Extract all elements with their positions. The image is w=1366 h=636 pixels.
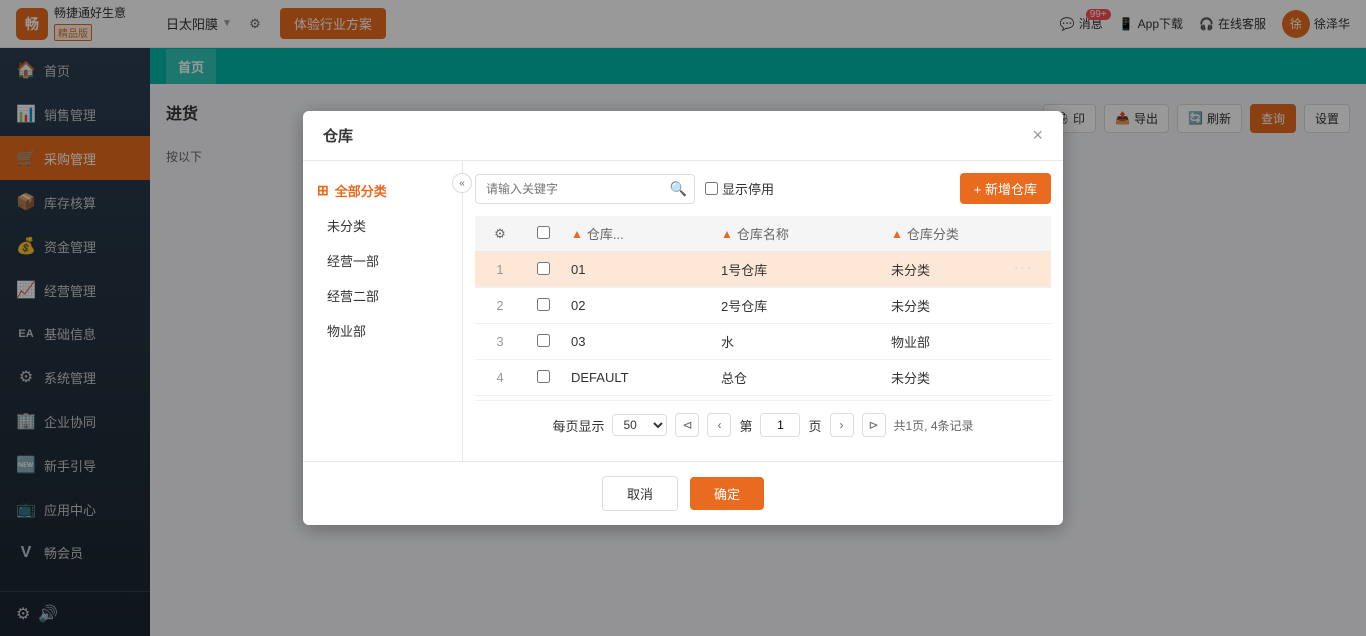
category-panel: ⊞ 全部分类 « 未分类 经营一部 经营二部 物业部 — [303, 161, 463, 461]
cancel-button[interactable]: 取消 — [602, 476, 678, 511]
search-icon[interactable]: 🔍 — [670, 180, 687, 197]
collapse-icon: « — [459, 178, 465, 189]
warehouse-table: ⚙ ▲ 仓库... ▲ — [475, 216, 1051, 396]
settings-col-icon[interactable]: ⚙ — [494, 226, 506, 241]
per-page-label: 每页显示 — [552, 416, 604, 435]
all-categories-button[interactable]: ⊞ 全部分类 — [303, 173, 462, 208]
next-page-button[interactable]: › — [830, 413, 854, 437]
search-input[interactable] — [475, 174, 695, 204]
page-unit: 页 — [808, 416, 821, 435]
grid-icon: ⊞ — [317, 182, 329, 199]
sort-name-icon: ▲ — [721, 227, 733, 241]
prev-page-icon: ‹ — [717, 418, 721, 432]
category-item-dept2[interactable]: 经营二部 — [303, 278, 462, 313]
row-name: 1号仓库 — [711, 252, 881, 288]
row-code: 03 — [561, 324, 711, 360]
table-body: 1 01 1号仓库 未分类 ··· 2 02 2号仓库 — [475, 252, 1051, 396]
header-row: ⚙ ▲ 仓库... ▲ — [475, 216, 1051, 252]
row-category: 未分类 — [881, 360, 1051, 396]
col-header-name: ▲ 仓库名称 — [711, 216, 881, 252]
modal-header: 仓库 × — [303, 111, 1063, 161]
col-header-check — [525, 216, 561, 252]
page-label: 第 — [739, 416, 752, 435]
row-code: 01 — [561, 252, 711, 288]
modal-body: ⊞ 全部分类 « 未分类 经营一部 经营二部 物业部 🔍 显示停用 — [303, 161, 1063, 461]
row-no: 3 — [475, 324, 525, 360]
modal-footer: 取消 确定 — [303, 461, 1063, 525]
collapse-panel-button[interactable]: « — [452, 173, 472, 193]
warehouse-modal: 仓库 × ⊞ 全部分类 « 未分类 经营一部 经营二部 物业部 🔍 — [303, 111, 1063, 525]
total-info: 共1页, 4条记录 — [894, 417, 974, 434]
col-header-category: ▲ 仓库分类 — [881, 216, 1051, 252]
modal-title: 仓库 — [323, 125, 353, 146]
row-code: DEFAULT — [561, 360, 711, 396]
row-code: 02 — [561, 288, 711, 324]
first-page-button[interactable]: ⊲ — [675, 413, 699, 437]
table-row[interactable]: 1 01 1号仓库 未分类 ··· — [475, 252, 1051, 288]
add-warehouse-button[interactable]: + 新增仓库 — [960, 173, 1051, 204]
row-check[interactable] — [525, 360, 561, 396]
show-disabled-input[interactable] — [705, 182, 718, 195]
col-header-code: ▲ 仓库... — [561, 216, 711, 252]
per-page-select[interactable]: 50 100 200 — [612, 414, 667, 436]
row-category: 未分类 ··· — [881, 252, 1051, 288]
row-category: 物业部 — [881, 324, 1051, 360]
select-all-checkbox[interactable] — [537, 226, 550, 239]
confirm-button[interactable]: 确定 — [690, 477, 764, 510]
search-bar: 🔍 显示停用 + 新增仓库 — [475, 173, 1051, 204]
row-name: 2号仓库 — [711, 288, 881, 324]
first-page-icon: ⊲ — [682, 418, 692, 432]
row-no: 1 — [475, 252, 525, 288]
category-item-property[interactable]: 物业部 — [303, 313, 462, 348]
col-header-settings: ⚙ — [475, 216, 525, 252]
last-page-button[interactable]: ⊳ — [862, 413, 886, 437]
row-check[interactable] — [525, 252, 561, 288]
table-header: ⚙ ▲ 仓库... ▲ — [475, 216, 1051, 252]
show-disabled-label: 显示停用 — [722, 179, 774, 198]
category-item-unclassified[interactable]: 未分类 — [303, 208, 462, 243]
modal-close-button[interactable]: × — [1032, 125, 1043, 146]
table-row[interactable]: 3 03 水 物业部 — [475, 324, 1051, 360]
row-actions[interactable]: ··· — [1014, 260, 1033, 275]
row-no: 2 — [475, 288, 525, 324]
row-no: 4 — [475, 360, 525, 396]
table-row[interactable]: 4 DEFAULT 总仓 未分类 — [475, 360, 1051, 396]
table-row[interactable]: 2 02 2号仓库 未分类 — [475, 288, 1051, 324]
pagination: 每页显示 50 100 200 ⊲ ‹ 第 页 › — [475, 400, 1051, 449]
last-page-icon: ⊳ — [868, 418, 878, 432]
content-panel: 🔍 显示停用 + 新增仓库 ⚙ — [463, 161, 1063, 461]
next-page-icon: › — [840, 418, 844, 432]
all-categories-label: 全部分类 — [335, 181, 387, 200]
prev-page-button[interactable]: ‹ — [707, 413, 731, 437]
page-number-input[interactable] — [760, 413, 800, 437]
row-name: 水 — [711, 324, 881, 360]
row-category: 未分类 — [881, 288, 1051, 324]
search-input-wrap: 🔍 — [475, 174, 695, 204]
show-disabled-checkbox[interactable]: 显示停用 — [705, 179, 774, 198]
row-check[interactable] — [525, 288, 561, 324]
category-item-dept1[interactable]: 经营一部 — [303, 243, 462, 278]
sort-code-icon: ▲ — [571, 227, 583, 241]
row-name: 总仓 — [711, 360, 881, 396]
sort-cat-icon: ▲ — [891, 227, 903, 241]
row-check[interactable] — [525, 324, 561, 360]
